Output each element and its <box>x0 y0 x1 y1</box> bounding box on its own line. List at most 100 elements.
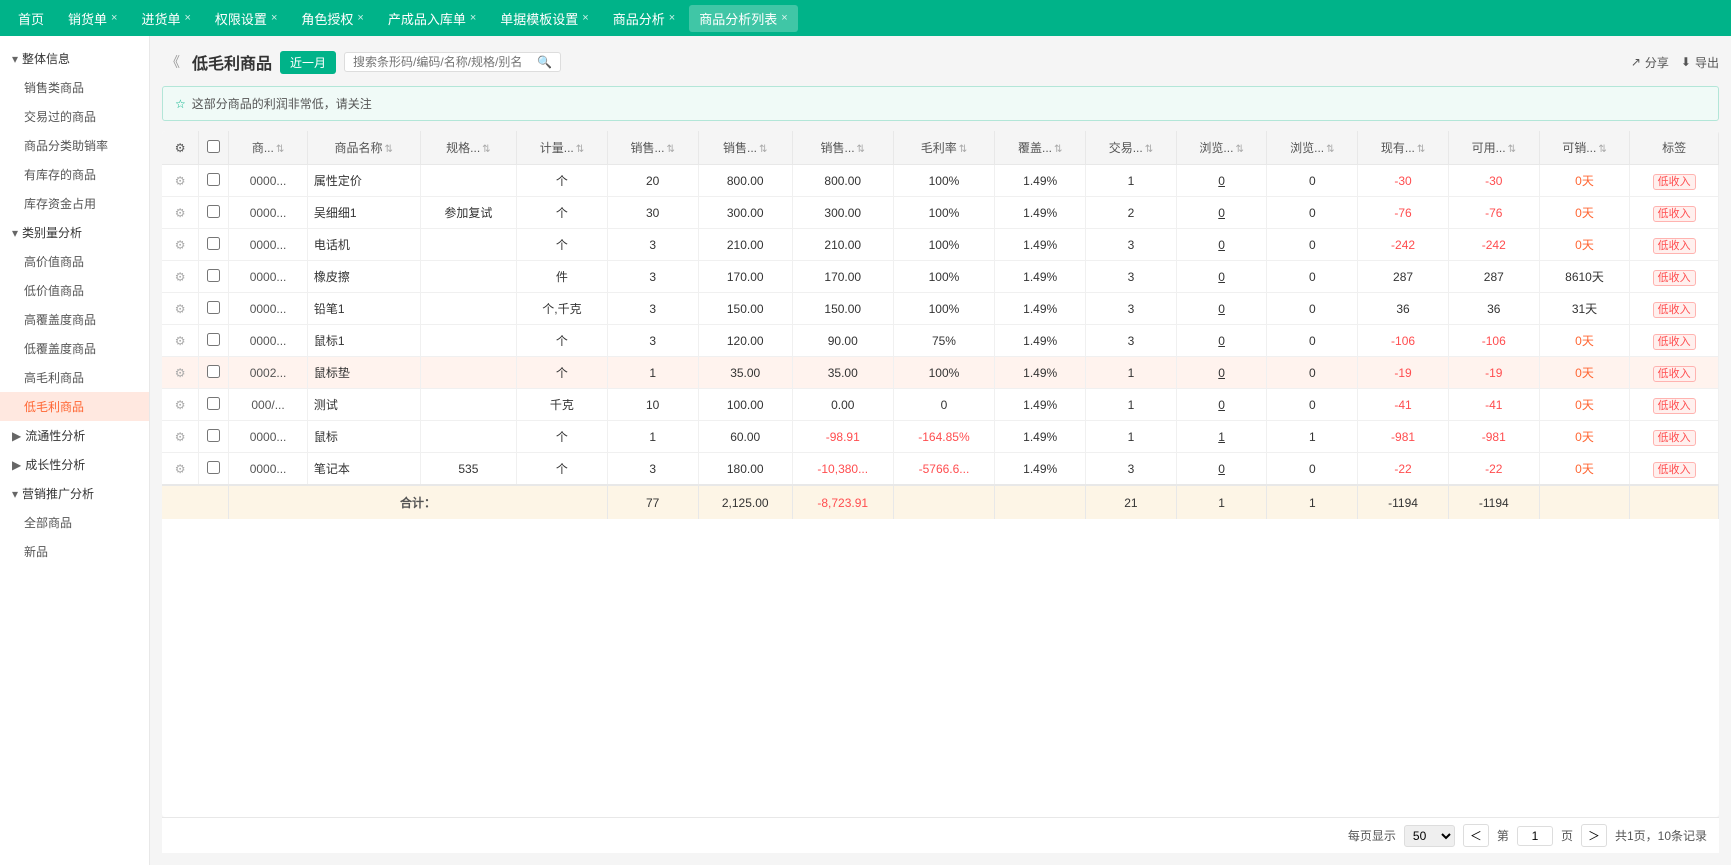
row-sellable: 31天 <box>1539 293 1630 325</box>
nav-product-analysis-list[interactable]: 商品分析列表 × <box>689 5 797 32</box>
row-spec <box>420 165 516 197</box>
row-checkbox[interactable] <box>199 453 229 486</box>
row-checkbox[interactable] <box>199 165 229 197</box>
col-settings[interactable]: ⚙ <box>162 131 199 165</box>
row-current-stock: -30 <box>1358 165 1449 197</box>
row-tag: 低收入 <box>1630 293 1719 325</box>
search-input[interactable] <box>353 55 533 69</box>
row-view1[interactable]: 0 <box>1176 229 1267 261</box>
sidebar-item-capital[interactable]: 库存资金占用 <box>0 189 149 218</box>
sidebar-item-high-value[interactable]: 高价值商品 <box>0 247 149 276</box>
row-sellable: 0天 <box>1539 421 1630 453</box>
row-settings[interactable]: ⚙ <box>162 389 199 421</box>
col-view1: 浏览...⇅ <box>1176 131 1267 165</box>
nav-role-auth[interactable]: 角色授权 × <box>291 5 373 32</box>
row-settings[interactable]: ⚙ <box>162 261 199 293</box>
row-sales-qty: 3 <box>607 229 698 261</box>
filter-month-btn[interactable]: 近一月 <box>280 51 336 74</box>
search-icon[interactable]: 🔍 <box>537 55 552 69</box>
row-view1[interactable]: 0 <box>1176 453 1267 486</box>
row-available: -19 <box>1448 357 1539 389</box>
row-settings[interactable]: ⚙ <box>162 293 199 325</box>
row-view2: 0 <box>1267 197 1358 229</box>
sidebar-item-traded-goods[interactable]: 交易过的商品 <box>0 102 149 131</box>
nav-home[interactable]: 首页 <box>8 5 54 32</box>
collapse-sidebar-btn[interactable]: 《 <box>162 48 184 76</box>
sidebar-item-sales-goods[interactable]: 销售类商品 <box>0 73 149 102</box>
nav-permission[interactable]: 权限设置 × <box>205 5 287 32</box>
sidebar-item-stock-goods[interactable]: 有库存的商品 <box>0 160 149 189</box>
row-checkbox[interactable] <box>199 325 229 357</box>
row-settings[interactable]: ⚙ <box>162 453 199 486</box>
nav-close-product-analysis[interactable]: × <box>669 12 675 24</box>
sidebar-item-category-rate[interactable]: 商品分类助销率 <box>0 131 149 160</box>
nav-close-permission[interactable]: × <box>271 12 277 24</box>
export-btn[interactable]: ⬇ 导出 <box>1681 54 1719 71</box>
row-unit: 个 <box>517 197 608 229</box>
page-number-input[interactable] <box>1517 826 1553 846</box>
share-btn[interactable]: ↗ 分享 <box>1631 54 1669 71</box>
row-checkbox[interactable] <box>199 197 229 229</box>
nav-sales-order[interactable]: 销货单 × <box>58 5 127 32</box>
total-sales-qty: 77 <box>607 485 698 519</box>
row-gross-rate: 100% <box>893 165 995 197</box>
sidebar-group-circulation[interactable]: ▶ 流通性分析 <box>0 421 149 450</box>
row-spec: 参加复试 <box>420 197 516 229</box>
row-checkbox[interactable] <box>199 293 229 325</box>
row-view1[interactable]: 0 <box>1176 389 1267 421</box>
nav-template-settings[interactable]: 单据模板设置 × <box>490 5 598 32</box>
nav-close-product-analysis-list[interactable]: × <box>781 12 787 24</box>
sidebar-item-low-coverage[interactable]: 低覆盖度商品 <box>0 334 149 363</box>
prev-page-btn[interactable]: ＜ <box>1463 824 1489 847</box>
nav-product-inbound[interactable]: 产成品入库单 × <box>378 5 486 32</box>
row-view1[interactable]: 0 <box>1176 293 1267 325</box>
nav-close-template-settings[interactable]: × <box>582 12 588 24</box>
row-view1[interactable]: 0 <box>1176 165 1267 197</box>
sidebar-group-growth[interactable]: ▶ 成长性分析 <box>0 450 149 479</box>
row-settings[interactable]: ⚙ <box>162 357 199 389</box>
row-trade: 3 <box>1086 261 1177 293</box>
sidebar-item-high-coverage[interactable]: 高覆盖度商品 <box>0 305 149 334</box>
sidebar-item-high-margin[interactable]: 高毛利商品 <box>0 363 149 392</box>
row-view1[interactable]: 0 <box>1176 261 1267 293</box>
nav-close-role-auth[interactable]: × <box>357 12 363 24</box>
row-settings[interactable]: ⚙ <box>162 229 199 261</box>
row-settings[interactable]: ⚙ <box>162 165 199 197</box>
select-all-checkbox[interactable] <box>207 140 220 153</box>
arrow-icon-4: ▶ <box>12 458 21 472</box>
row-sales-qty: 3 <box>607 261 698 293</box>
page-size-select[interactable]: 50 100 200 <box>1404 825 1455 847</box>
row-view1[interactable]: 1 <box>1176 421 1267 453</box>
nav-close-purchase-order[interactable]: × <box>184 12 190 24</box>
next-page-btn[interactable]: ＞ <box>1581 824 1607 847</box>
row-view1[interactable]: 0 <box>1176 325 1267 357</box>
row-sellable: 0天 <box>1539 197 1630 229</box>
row-unit: 个 <box>517 325 608 357</box>
row-sales-qty: 1 <box>607 421 698 453</box>
row-view1[interactable]: 0 <box>1176 357 1267 389</box>
nav-product-analysis[interactable]: 商品分析 × <box>603 5 685 32</box>
row-settings[interactable]: ⚙ <box>162 421 199 453</box>
row-checkbox[interactable] <box>199 357 229 389</box>
sidebar-item-low-margin[interactable]: 低毛利商品 <box>0 392 149 421</box>
sidebar-item-low-value[interactable]: 低价值商品 <box>0 276 149 305</box>
sidebar-item-all-goods[interactable]: 全部商品 <box>0 508 149 537</box>
row-settings[interactable]: ⚙ <box>162 325 199 357</box>
row-code: 0000... <box>229 165 308 197</box>
row-view1[interactable]: 0 <box>1176 197 1267 229</box>
row-checkbox[interactable] <box>199 261 229 293</box>
row-checkbox[interactable] <box>199 389 229 421</box>
nav-close-product-inbound[interactable]: × <box>470 12 476 24</box>
row-checkbox[interactable] <box>199 229 229 261</box>
total-sales-amount: -8,723.91 <box>792 485 893 519</box>
nav-purchase-order[interactable]: 进货单 × <box>131 5 200 32</box>
col-checkbox[interactable] <box>199 131 229 165</box>
row-settings[interactable]: ⚙ <box>162 197 199 229</box>
sidebar-group-overall[interactable]: ▾ 整体信息 <box>0 44 149 73</box>
row-checkbox[interactable] <box>199 421 229 453</box>
sidebar-group-category[interactable]: ▾ 类别量分析 <box>0 218 149 247</box>
row-name: 测试 <box>307 389 420 421</box>
sidebar-item-new-goods[interactable]: 新品 <box>0 537 149 566</box>
nav-close-sales-order[interactable]: × <box>111 12 117 24</box>
sidebar-group-marketing[interactable]: ▾ 营销推广分析 <box>0 479 149 508</box>
